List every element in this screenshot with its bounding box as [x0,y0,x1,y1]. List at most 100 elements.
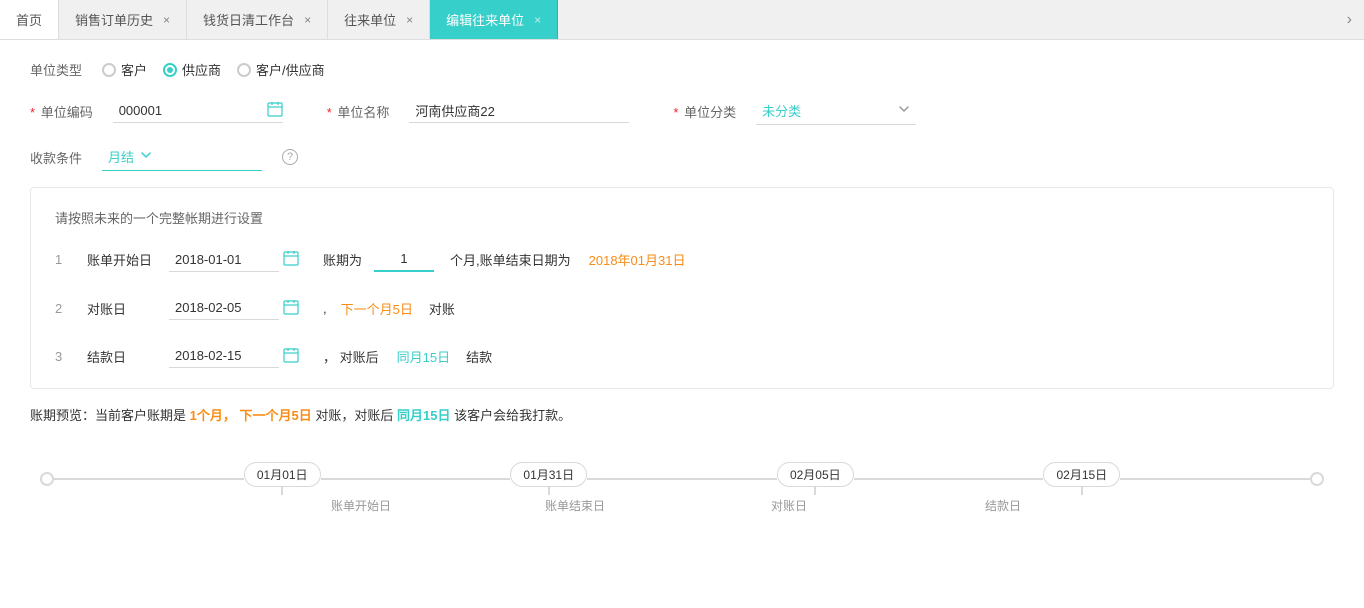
help-icon-payment[interactable]: ? [282,149,298,165]
timeline-line-1 [54,478,244,480]
radio-customer[interactable]: 客户 [102,60,147,79]
tab-home-label: 首页 [16,10,42,29]
preview-section: 账期预览：当前客户账期是 1个月， 下一个月5日 对账，对账后 同月15日 该客… [30,405,1334,524]
timeline-end-dot [1310,472,1324,486]
timeline-label-3: 对账日 [771,497,807,514]
setting-row-1: 1 账单开始日 账期为 个月,账单结束日期为 2018年01月31日 [55,247,1309,272]
setting-label-payment-date: 结款日 [87,347,157,366]
timeline-line-5 [1120,478,1310,480]
reconcile-suffix-pre: , [323,301,327,316]
tab-sales-history-label: 销售订单历史 [75,10,153,29]
unit-code-label: * 单位编码 [30,102,93,121]
end-date-highlight: 2018年01月31日 [589,250,686,269]
payment-row: 收款条件 月结 ? [30,143,1334,171]
setting-num-2: 2 [55,301,75,316]
calendar-icon-reconcile[interactable] [283,299,299,318]
timeline-line-3 [587,478,777,480]
timeline: 01月01日 01月31日 02月05日 02月15日 [30,462,1334,495]
tab-edit-partner[interactable]: 编辑往来单位 × [430,0,558,39]
period-suffix: 个月,账单结束日期为 [450,250,571,269]
tab-partner[interactable]: 往来单位 × [328,0,430,39]
timeline-container: 01月01日 01月31日 02月05日 02月15日 [30,444,1334,524]
setting-row-3: 3 结款日 ， 对账后 同月15日 结款 [55,344,1309,368]
reconcile-date-input[interactable] [169,296,279,320]
preview-part2: 下一个月5日 [240,408,312,423]
preview-label: 账期预览：当前客户账期是 [30,408,186,423]
unit-name-label: * 单位名称 [327,102,390,121]
radio-both-label: 客户/供应商 [256,60,325,79]
timeline-line-2 [321,478,511,480]
tab-sales-history-close[interactable]: × [163,13,170,27]
unit-code-input[interactable] [113,99,263,122]
timeline-line-4 [854,478,1044,480]
payment-suffix-pre: ， 对账后 [323,347,379,366]
start-date-wrap [169,248,299,272]
section-description: 请按照未来的一个完整帐期进行设置 [55,208,1309,227]
tab-partner-label: 往来单位 [344,10,396,29]
calendar-icon-payment[interactable] [283,347,299,366]
radio-both[interactable]: 客户/供应商 [237,60,325,79]
payment-same-month: 同月15日 [397,347,450,366]
unit-category-select[interactable]: 未分类 [756,97,916,125]
tab-arrow[interactable]: › [1335,0,1364,39]
unit-info-row: * 单位编码 * 单位名称 * 单位分类 未分类 [30,97,1334,125]
timeline-bubble-1: 01月01日 [244,462,321,487]
unit-type-label: 单位类型 [30,60,82,79]
unit-category-label: * 单位分类 [673,102,736,121]
period-prefix: 账期为 [323,250,362,269]
preview-part3: 对账，对账后 [315,408,397,423]
radio-both-circle [237,63,251,77]
timeline-label-1: 账单开始日 [331,497,391,514]
tab-cash-work-label: 钱货日清工作台 [203,10,294,29]
payment-value: 月结 [102,143,140,170]
calendar-icon-code[interactable] [267,101,283,120]
unit-name-input[interactable] [409,99,629,123]
timeline-node-2: 01月31日 [510,462,587,495]
timeline-label-2: 账单结束日 [545,497,605,514]
preview-part5: 该客户会给我打款。 [454,408,571,423]
setting-label-start: 账单开始日 [87,250,157,269]
dropdown-icon-payment[interactable] [140,149,152,164]
unit-type-radio-group: 客户 供应商 客户/供应商 [102,60,325,79]
tab-edit-partner-label: 编辑往来单位 [446,10,524,29]
reconcile-suffix-post: 对账 [429,299,455,318]
tab-cash-work-close[interactable]: × [304,13,311,27]
tab-home[interactable]: 首页 [0,0,59,39]
preview-part4: 同月15日 [397,408,450,423]
timeline-node-3: 02月05日 [777,462,854,495]
tab-edit-partner-close[interactable]: × [534,13,541,27]
start-date-input[interactable] [169,248,279,272]
settings-section: 请按照未来的一个完整帐期进行设置 1 账单开始日 账期为 个月,账单结束日期为 … [30,187,1334,389]
preview-part1: 1个月， [190,408,236,423]
tab-bar: 首页 销售订单历史 × 钱货日清工作台 × 往来单位 × 编辑往来单位 × › [0,0,1364,40]
unit-category-value: 未分类 [762,101,894,120]
tab-cash-work[interactable]: 钱货日清工作台 × [187,0,328,39]
timeline-start-dot [40,472,54,486]
reconcile-next-date: 下一个月5日 [341,299,413,318]
preview-text: 账期预览：当前客户账期是 1个月， 下一个月5日 对账，对账后 同月15日 该客… [30,405,1334,424]
reconcile-date-wrap [169,296,299,320]
radio-customer-label: 客户 [121,60,147,79]
radio-supplier-label: 供应商 [182,60,221,79]
tab-partner-close[interactable]: × [406,13,413,27]
timeline-bubble-3: 02月05日 [777,462,854,487]
radio-supplier[interactable]: 供应商 [163,60,221,79]
payment-label: 收款条件 [30,148,82,167]
timeline-node-4: 02月15日 [1043,462,1120,495]
period-value-input[interactable] [374,247,434,272]
payment-date-wrap [169,344,299,368]
timeline-label-4: 结款日 [985,497,1021,514]
timeline-labels: 账单开始日 账单结束日 对账日 结款日 [30,497,1334,514]
unit-type-row: 单位类型 客户 供应商 客户/供应商 [30,60,1334,79]
setting-num-1: 1 [55,252,75,267]
setting-num-3: 3 [55,349,75,364]
radio-customer-circle [102,63,116,77]
calendar-icon-start[interactable] [283,250,299,269]
payment-date-input[interactable] [169,344,279,368]
tab-sales-history[interactable]: 销售订单历史 × [59,0,187,39]
radio-supplier-circle [163,63,177,77]
payment-suffix-post: 结款 [466,347,492,366]
dropdown-icon-category [898,103,910,118]
main-content: 单位类型 客户 供应商 客户/供应商 * 单位编码 [0,40,1364,608]
timeline-bubble-2: 01月31日 [510,462,587,487]
